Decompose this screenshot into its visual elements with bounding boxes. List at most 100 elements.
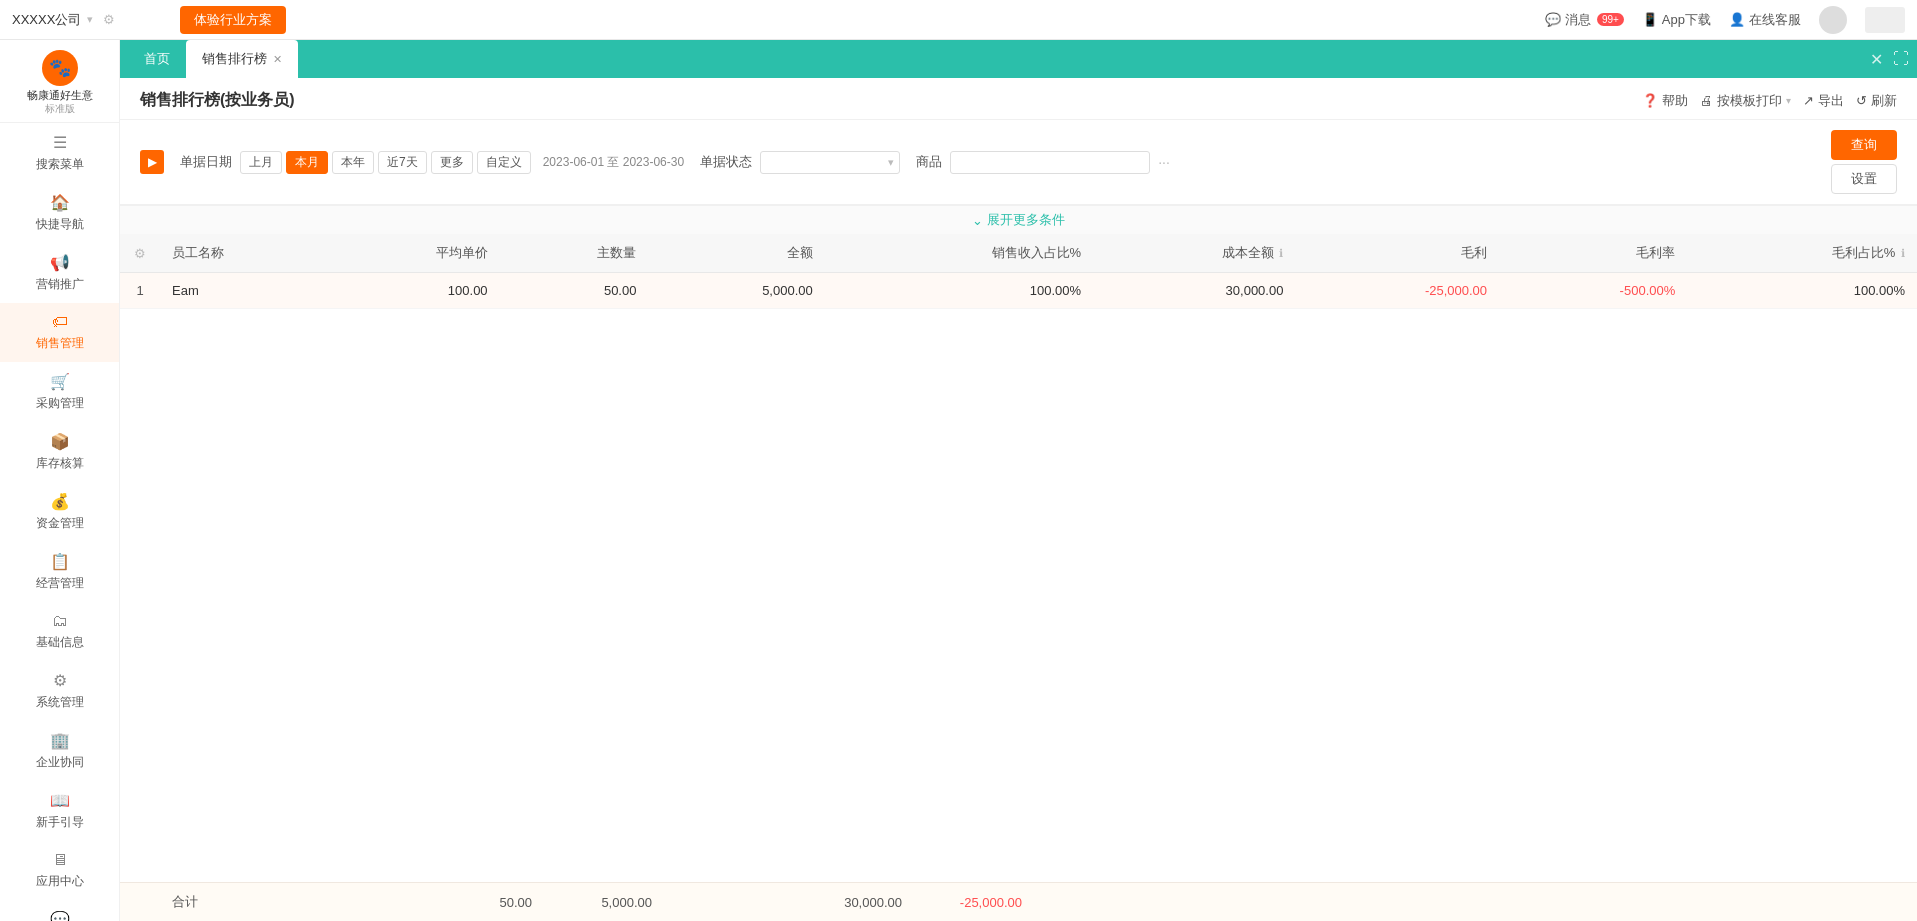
- filter-date-custom[interactable]: 自定义: [477, 151, 531, 174]
- cost-info-icon[interactable]: ℹ: [1279, 247, 1283, 259]
- topbar-right: 💬 消息 99+ 📱 App下载 👤 在线客服: [1545, 6, 1905, 34]
- sidebar-item-label-search: 搜索菜单: [36, 156, 84, 173]
- sidebar-item-label-finance: 资金管理: [36, 515, 84, 532]
- company-selector[interactable]: XXXXX公司 ▾ ⚙: [12, 11, 172, 29]
- sidebar-item-appstore[interactable]: 🖥 应用中心: [0, 841, 119, 900]
- page-actions: ❓ 帮助 🖨 按模板打印 ▾ ↗ 导出 ↺ 刷新: [1642, 92, 1897, 110]
- page-content: 销售排行榜(按业务员) ❓ 帮助 🖨 按模板打印 ▾ ↗ 导出: [120, 78, 1917, 921]
- col-gross-rate: 毛利率: [1499, 234, 1687, 273]
- tab-maximize-icon[interactable]: ⛶: [1893, 50, 1909, 68]
- sidebar-item-sales[interactable]: 🏷 销售管理: [0, 303, 119, 362]
- sidebar-item-marketing[interactable]: 📢 营销推广: [0, 243, 119, 303]
- tab-home-label: 首页: [144, 50, 170, 68]
- filter-status-group: 单据状态: [700, 151, 900, 174]
- col-settings-icon[interactable]: ⚙: [134, 246, 146, 261]
- sidebar-item-label-sales: 销售管理: [36, 335, 84, 352]
- avatar[interactable]: [1819, 6, 1847, 34]
- sidebar-item-basic[interactable]: 🗂 基础信息: [0, 602, 119, 661]
- system-icon: ⚙: [53, 671, 67, 690]
- filter-goods-input[interactable]: [950, 151, 1150, 174]
- enterprise-icon: 🏢: [50, 731, 70, 750]
- app-download-icon: 📱: [1642, 12, 1658, 27]
- filter-toggle-button[interactable]: ▶: [140, 150, 164, 174]
- sidebar-item-purchase[interactable]: 🛒 采购管理: [0, 362, 119, 422]
- online-service-item[interactable]: 👤 在线客服: [1729, 11, 1801, 29]
- col-sales-ratio: 销售收入占比%: [825, 234, 1093, 273]
- filter-date-prev[interactable]: 上月: [240, 151, 282, 174]
- template-print-button[interactable]: 🖨 按模板打印 ▾: [1700, 92, 1791, 110]
- filter-date-more[interactable]: 更多: [431, 151, 473, 174]
- tab-close-icon[interactable]: ✕: [273, 53, 282, 66]
- filter-date-week[interactable]: 近7天: [378, 151, 427, 174]
- marketing-icon: 📢: [50, 253, 70, 272]
- tab-home[interactable]: 首页: [128, 40, 186, 78]
- app-download-label: App下载: [1662, 11, 1711, 29]
- sidebar-item-system[interactable]: ⚙ 系统管理: [0, 661, 119, 721]
- filter-goods-more-icon[interactable]: ···: [1158, 154, 1170, 170]
- message-item[interactable]: 💬 消息 99+: [1545, 11, 1624, 29]
- logo-text: 畅康通好生意: [27, 88, 93, 102]
- finance-icon: 💰: [50, 492, 70, 511]
- online-service-icon: 👤: [1729, 12, 1745, 27]
- sidebar-item-label-system: 系统管理: [36, 694, 84, 711]
- filter-goods-label: 商品: [916, 153, 942, 171]
- filter-action-buttons: 查询 设置: [1831, 130, 1897, 194]
- template-print-label: 按模板打印: [1717, 92, 1782, 110]
- export-button[interactable]: ↗ 导出: [1803, 92, 1844, 110]
- appstore-icon: 🖥: [52, 851, 68, 869]
- page-header: 销售排行榜(按业务员) ❓ 帮助 🖨 按模板打印 ▾ ↗ 导出: [120, 78, 1917, 120]
- sidebar-item-finance[interactable]: 💰 资金管理: [0, 482, 119, 542]
- inventory-icon: 📦: [50, 432, 70, 451]
- settings-button[interactable]: 设置: [1831, 164, 1897, 194]
- filter-status-select[interactable]: [760, 151, 900, 174]
- print-icon: 🖨: [1700, 93, 1713, 108]
- help-label: 帮助: [1662, 92, 1688, 110]
- footer-quantity: 50.00: [432, 895, 532, 910]
- sidebar-item-label-guide: 新手引导: [36, 814, 84, 831]
- content-area: 首页 销售排行榜 ✕ ✕ ⛶ 销售排行榜(按业务员) ❓ 帮助: [120, 40, 1917, 921]
- guide-icon: 📖: [50, 791, 70, 810]
- sidebar-item-inventory[interactable]: 📦 库存核算: [0, 422, 119, 482]
- page-title: 销售排行榜(按业务员): [140, 90, 295, 111]
- sidebar-item-enterprise[interactable]: 🏢 企业协同: [0, 721, 119, 781]
- expand-more-label: 展开更多条件: [987, 211, 1065, 229]
- app-download-item[interactable]: 📱 App下载: [1642, 11, 1711, 29]
- refresh-label: 刷新: [1871, 92, 1897, 110]
- col-gross: 毛利: [1295, 234, 1499, 273]
- sidebar-item-search-order[interactable]: ☰ 搜索菜单: [0, 123, 119, 183]
- expand-more-button[interactable]: ⌄ 展开更多条件: [972, 211, 1065, 229]
- gross-ratio-info-icon[interactable]: ℹ: [1901, 247, 1905, 259]
- refresh-button[interactable]: ↺ 刷新: [1856, 92, 1897, 110]
- query-button[interactable]: 查询: [1831, 130, 1897, 160]
- topbar: XXXXX公司 ▾ ⚙ 体验行业方案 💬 消息 99+ 📱 App下载 👤 在线…: [0, 0, 1917, 40]
- company-name: XXXXX公司: [12, 11, 81, 29]
- sidebar: 🐾 畅康通好生意 标准版 ☰ 搜索菜单 🏠 快捷导航 📢 营销推广 🏷 销售管理…: [0, 40, 120, 921]
- filter-date-year[interactable]: 本年: [332, 151, 374, 174]
- filter-status-select-wrap: [760, 151, 900, 174]
- sidebar-item-quick-nav[interactable]: 🏠 快捷导航: [0, 183, 119, 243]
- sidebar-item-label-appstore: 应用中心: [36, 873, 84, 890]
- help-button[interactable]: ❓ 帮助: [1642, 92, 1688, 110]
- online-service-label: 在线客服: [1749, 11, 1801, 29]
- sidebar-item-label-operation: 经营管理: [36, 575, 84, 592]
- col-quantity: 主数量: [500, 234, 649, 273]
- col-settings: ⚙: [120, 234, 160, 273]
- table-footer: 合计 50.00 5,000.00 30,000.00 -25,000.00: [120, 882, 1917, 921]
- tab-sales-ranking[interactable]: 销售排行榜 ✕: [186, 40, 298, 78]
- export-label: 导出: [1818, 92, 1844, 110]
- sidebar-item-label-marketing: 营销推广: [36, 276, 84, 293]
- trial-button[interactable]: 体验行业方案: [180, 6, 286, 34]
- settings-gear-icon[interactable]: ⚙: [103, 12, 115, 27]
- message-label: 消息: [1565, 11, 1591, 29]
- refresh-icon: ↺: [1856, 93, 1867, 108]
- col-gross-ratio: 毛利占比% ℹ: [1687, 234, 1917, 273]
- filter-date-group: 单据日期 上月 本月 本年 近7天 更多 自定义 2023-06-01 至 20…: [180, 151, 684, 174]
- sidebar-item-wechat[interactable]: 💬 企业微信: [0, 900, 119, 921]
- sidebar-item-guide[interactable]: 📖 新手引导: [0, 781, 119, 841]
- filter-toggle-icon: ▶: [148, 155, 157, 169]
- footer-label: 合计: [172, 893, 332, 911]
- sidebar-item-operation[interactable]: 📋 经营管理: [0, 542, 119, 602]
- logo-sub: 标准版: [45, 102, 75, 116]
- tab-close-window-icon[interactable]: ✕: [1870, 50, 1883, 69]
- filter-date-current[interactable]: 本月: [286, 151, 328, 174]
